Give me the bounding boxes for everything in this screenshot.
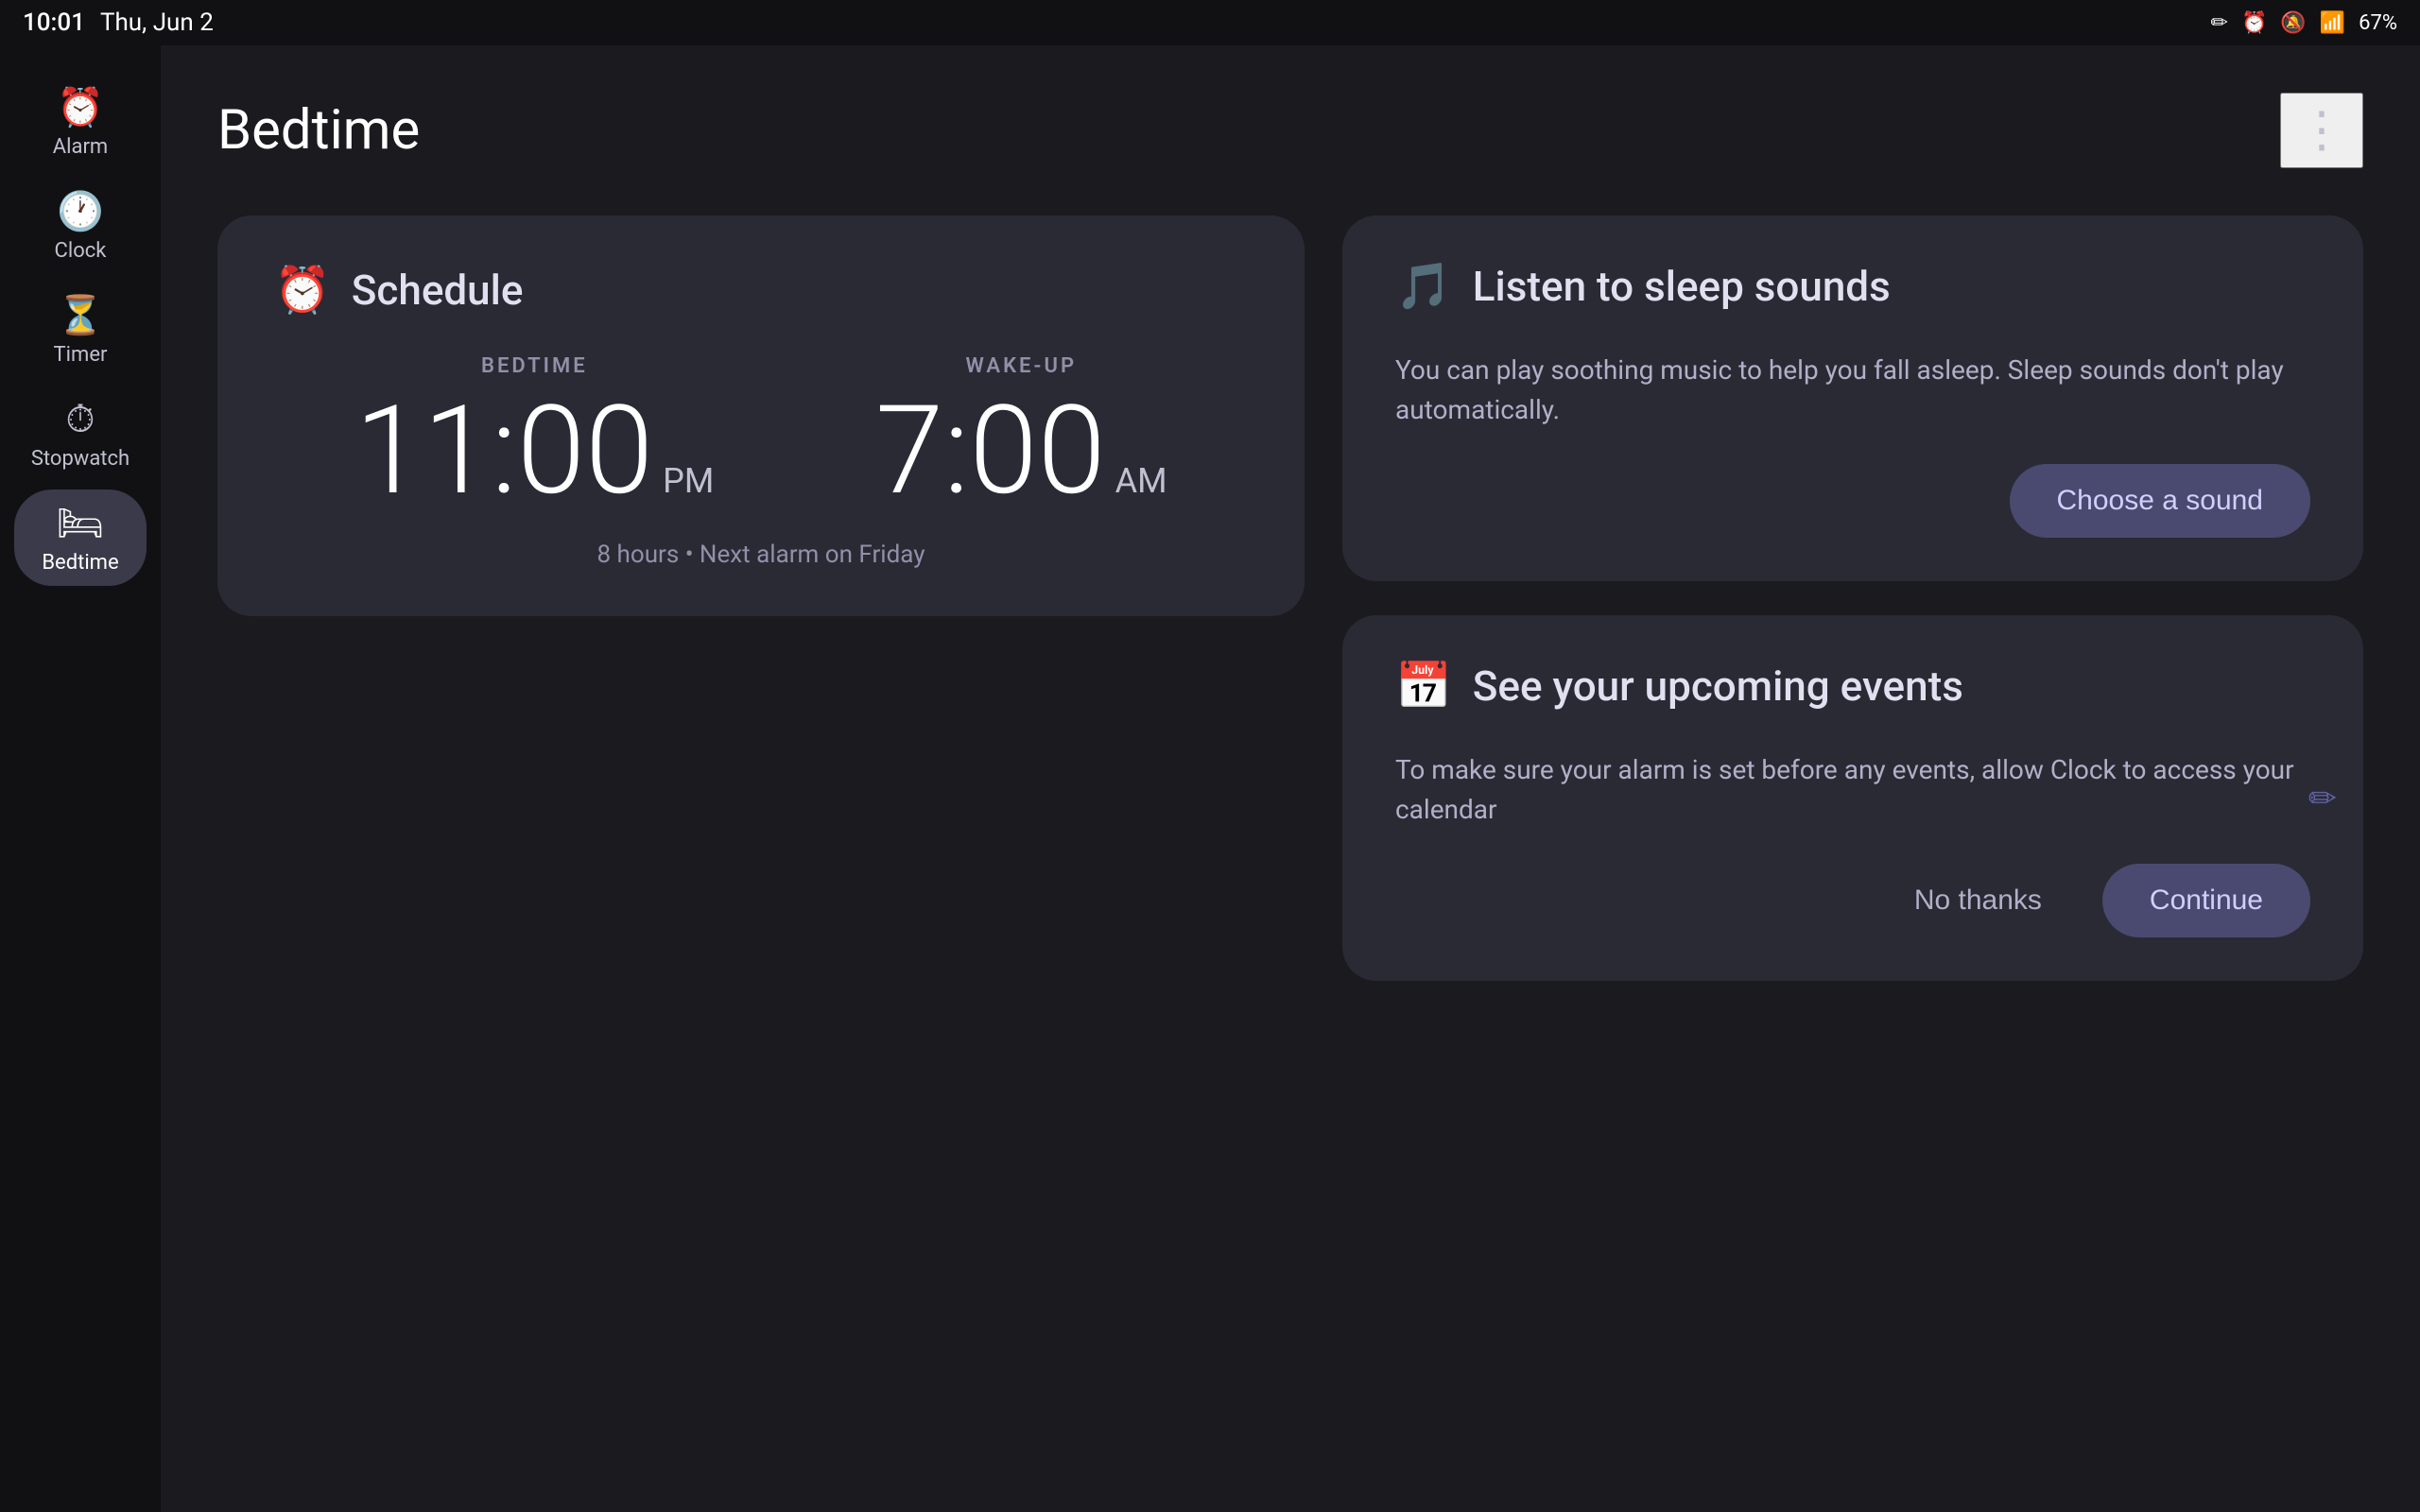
wakeup-ampm: AM <box>1115 461 1167 501</box>
sleep-sounds-title: Listen to sleep sounds <box>1473 262 1891 311</box>
sidebar-label-timer: Timer <box>54 343 108 367</box>
events-icon: 📅 <box>1395 659 1452 713</box>
continue-button[interactable]: Continue <box>2102 864 2310 937</box>
status-left: 10:01 Thu, Jun 2 <box>23 9 214 37</box>
wakeup-hour: 7:00 <box>875 389 1106 512</box>
status-right: ✏ ⏰ 🔕 📶 67% <box>2211 11 2398 35</box>
sidebar-item-timer[interactable]: ⏳ Timer <box>14 282 147 378</box>
sidebar: ⏰ Alarm 🕐 Clock ⏳ Timer ⏱ Stopwatch 🛏 Be… <box>0 45 161 1512</box>
bedtime-block: BEDTIME 11:00 PM <box>354 354 714 512</box>
clock-nav-icon: 🕐 <box>57 189 104 233</box>
events-actions: No thanks Continue <box>1395 864 2310 937</box>
sidebar-label-clock: Clock <box>55 239 107 263</box>
sleep-sounds-header: 🎵 Listen to sleep sounds <box>1395 259 2310 313</box>
status-time: 10:01 <box>23 9 85 37</box>
schedule-card-header: ⏰ Schedule <box>274 263 1248 317</box>
wakeup-label: WAKE-UP <box>966 354 1078 378</box>
events-card-header: 📅 See your upcoming events <box>1395 659 2310 713</box>
main-content: Bedtime ⋮ ⏰ Schedule BEDTIME 11:00 PM WA… <box>161 45 2420 1512</box>
cards-row: ⏰ Schedule BEDTIME 11:00 PM WAKE-UP 7:00… <box>217 215 2363 981</box>
status-bar: 10:01 Thu, Jun 2 ✏ ⏰ 🔕 📶 67% <box>0 0 2420 45</box>
bedtime-label: BEDTIME <box>481 354 588 378</box>
sleep-sounds-card: 🎵 Listen to sleep sounds You can play so… <box>1342 215 2363 581</box>
sidebar-item-alarm[interactable]: ⏰ Alarm <box>14 74 147 170</box>
choose-sound-button[interactable]: Choose a sound <box>2010 464 2311 538</box>
stopwatch-nav-icon: ⏱ <box>65 397 95 441</box>
bedtime-ampm: PM <box>663 461 714 501</box>
right-cards: 🎵 Listen to sleep sounds You can play so… <box>1342 215 2363 981</box>
bedtime-hour: 11:00 <box>354 389 653 512</box>
bedtime-value: 11:00 PM <box>354 389 714 512</box>
sidebar-item-bedtime[interactable]: 🛏 Bedtime <box>14 490 147 586</box>
page-title: Bedtime <box>217 98 420 163</box>
edit-icon: ✏ <box>2308 779 2337 818</box>
wifi-icon: 📶 <box>2320 11 2345 35</box>
mute-icon: 🔕 <box>2280 11 2306 35</box>
alarm-status-icon: ⏰ <box>2241 11 2267 35</box>
sidebar-label-alarm: Alarm <box>53 135 108 159</box>
schedule-icon: ⏰ <box>274 263 331 317</box>
events-card: 📅 See your upcoming events To make sure … <box>1342 615 2363 981</box>
schedule-title: Schedule <box>352 266 524 315</box>
no-thanks-button[interactable]: No thanks <box>1892 869 2065 932</box>
wakeup-block: WAKE-UP 7:00 AM <box>875 354 1167 512</box>
page-title-row: Bedtime ⋮ <box>217 93 2363 168</box>
schedule-times: BEDTIME 11:00 PM WAKE-UP 7:00 AM <box>274 354 1248 512</box>
alarm-nav-icon: ⏰ <box>57 85 104 129</box>
timer-nav-icon: ⏳ <box>57 293 104 337</box>
sidebar-item-stopwatch[interactable]: ⏱ Stopwatch <box>14 386 147 482</box>
status-date: Thu, Jun 2 <box>100 9 214 37</box>
more-menu-button[interactable]: ⋮ <box>2280 93 2363 168</box>
events-title: See your upcoming events <box>1473 662 1963 711</box>
sleep-sounds-icon: 🎵 <box>1395 259 1452 313</box>
sidebar-item-clock[interactable]: 🕐 Clock <box>14 178 147 274</box>
schedule-info: 8 hours • Next alarm on Friday <box>274 541 1248 569</box>
sidebar-label-bedtime: Bedtime <box>42 551 118 575</box>
sleep-sounds-description: You can play soothing music to help you … <box>1395 351 2310 430</box>
pencil-icon: ✏ <box>2211 11 2228 35</box>
sidebar-label-stopwatch: Stopwatch <box>31 447 130 471</box>
schedule-card: ⏰ Schedule BEDTIME 11:00 PM WAKE-UP 7:00… <box>217 215 1305 616</box>
wakeup-value: 7:00 AM <box>875 389 1167 512</box>
events-description: To make sure your alarm is set before an… <box>1395 750 2310 830</box>
battery-text: 67% <box>2359 11 2397 35</box>
bedtime-nav-icon: 🛏 <box>57 501 105 545</box>
